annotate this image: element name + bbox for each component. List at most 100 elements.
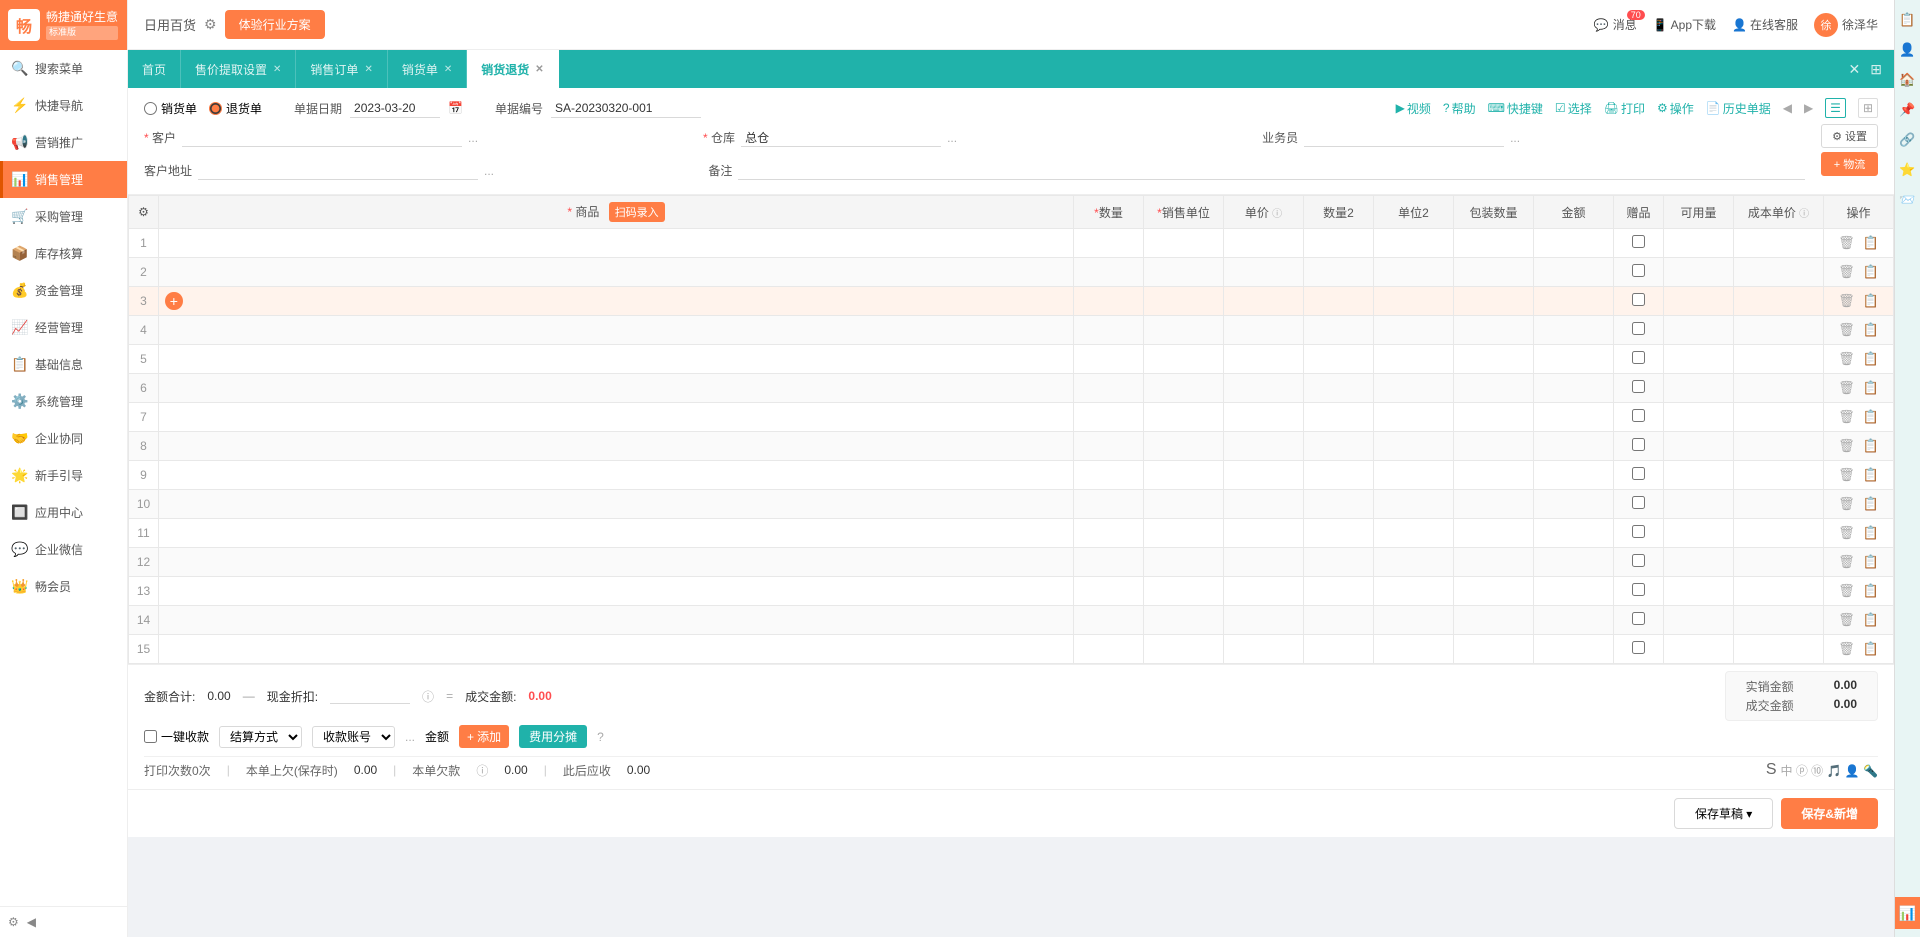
- topbar-gear-icon[interactable]: ⚙: [204, 16, 217, 33]
- pkgqty-cell-13[interactable]: [1454, 577, 1534, 606]
- warehouse-select-icon[interactable]: ...: [947, 131, 957, 145]
- status-icon-2[interactable]: ⓘ: [476, 762, 488, 779]
- costprice-cell-9[interactable]: [1734, 461, 1824, 490]
- costprice-cell-8[interactable]: [1734, 432, 1824, 461]
- calendar-icon[interactable]: 📅: [448, 101, 463, 115]
- unit2-cell-10[interactable]: [1374, 490, 1454, 519]
- costprice-cell-12[interactable]: [1734, 548, 1824, 577]
- delete-row-btn-5[interactable]: 🗑: [1836, 349, 1857, 369]
- gift-checkbox-11[interactable]: [1632, 525, 1645, 538]
- qty-cell-8[interactable]: [1074, 432, 1144, 461]
- pkgqty-cell-3[interactable]: [1454, 287, 1534, 316]
- remark-input[interactable]: [738, 161, 1805, 180]
- avail-cell-14[interactable]: [1664, 606, 1734, 635]
- nav-prev-icon[interactable]: ◀: [1783, 101, 1792, 115]
- copy-row-btn-14[interactable]: 📋: [1861, 610, 1881, 630]
- qty2-cell-4[interactable]: [1304, 316, 1374, 345]
- tab-sale-price[interactable]: 售价提取设置 ✕: [181, 50, 296, 88]
- discount-input[interactable]: [330, 689, 410, 704]
- copy-row-btn-7[interactable]: 📋: [1861, 407, 1881, 427]
- qty-cell-4[interactable]: [1074, 316, 1144, 345]
- tab-layout-icon[interactable]: ⊞: [1866, 59, 1886, 80]
- split-help-icon[interactable]: ?: [597, 730, 604, 744]
- qty2-cell-15[interactable]: [1304, 635, 1374, 664]
- amount-cell-15[interactable]: [1534, 635, 1614, 664]
- unit2-cell-1[interactable]: [1374, 229, 1454, 258]
- gift-cell-1[interactable]: [1614, 229, 1664, 258]
- product-cell-14[interactable]: [159, 606, 1074, 635]
- gift-cell-6[interactable]: [1614, 374, 1664, 403]
- avail-cell-6[interactable]: [1664, 374, 1734, 403]
- gift-cell-4[interactable]: [1614, 316, 1664, 345]
- product-cell-6[interactable]: [159, 374, 1074, 403]
- unit2-cell-14[interactable]: [1374, 606, 1454, 635]
- costprice-cell-7[interactable]: [1734, 403, 1824, 432]
- sidebar-item-marketing[interactable]: 📢 营销推广: [0, 124, 127, 161]
- qty-cell-15[interactable]: [1074, 635, 1144, 664]
- gift-cell-14[interactable]: [1614, 606, 1664, 635]
- delete-row-btn-4[interactable]: 🗑: [1836, 320, 1857, 340]
- avail-cell-11[interactable]: [1664, 519, 1734, 548]
- qty2-cell-2[interactable]: [1304, 258, 1374, 287]
- pkgqty-cell-4[interactable]: [1454, 316, 1534, 345]
- rpanel-icon-5[interactable]: 🔗: [1895, 128, 1919, 152]
- avail-cell-4[interactable]: [1664, 316, 1734, 345]
- sidebar-item-shortcut[interactable]: ⚡ 快捷导航: [0, 87, 127, 124]
- costprice-cell-11[interactable]: [1734, 519, 1824, 548]
- price-cell-5[interactable]: [1224, 345, 1304, 374]
- qty2-cell-12[interactable]: [1304, 548, 1374, 577]
- delete-row-btn-7[interactable]: 🗑: [1836, 407, 1857, 427]
- sidebar-item-basic[interactable]: 📋 基础信息: [0, 346, 127, 383]
- number-input[interactable]: [551, 99, 701, 118]
- gift-checkbox-7[interactable]: [1632, 409, 1645, 422]
- sidebar-item-apps[interactable]: 🔲 应用中心: [0, 494, 127, 531]
- costprice-cell-14[interactable]: [1734, 606, 1824, 635]
- price-cell-15[interactable]: [1224, 635, 1304, 664]
- cost-info-icon[interactable]: ⓘ: [1799, 209, 1809, 220]
- amount-cell-14[interactable]: [1534, 606, 1614, 635]
- select-link[interactable]: ☑ 选择: [1555, 100, 1592, 117]
- gift-checkbox-9[interactable]: [1632, 467, 1645, 480]
- product-cell-8[interactable]: [159, 432, 1074, 461]
- product-cell-7[interactable]: [159, 403, 1074, 432]
- gift-checkbox-13[interactable]: [1632, 583, 1645, 596]
- gift-cell-12[interactable]: [1614, 548, 1664, 577]
- product-cell-3[interactable]: +: [159, 287, 1074, 316]
- price-cell-7[interactable]: [1224, 403, 1304, 432]
- operation-link[interactable]: ⚙ 操作: [1657, 100, 1694, 117]
- pkgqty-cell-5[interactable]: [1454, 345, 1534, 374]
- settings-icon[interactable]: ⚙: [8, 915, 19, 929]
- app-download-link[interactable]: 📱 App下载: [1653, 16, 1716, 33]
- nav-next-icon[interactable]: ▶: [1804, 101, 1813, 115]
- rpanel-icon-1[interactable]: 📋: [1895, 8, 1919, 32]
- sidebar-item-purchase[interactable]: 🛒 采购管理: [0, 198, 127, 235]
- unit2-cell-7[interactable]: [1374, 403, 1454, 432]
- unit-cell-11[interactable]: [1144, 519, 1224, 548]
- avail-cell-15[interactable]: [1664, 635, 1734, 664]
- gift-cell-13[interactable]: [1614, 577, 1664, 606]
- unit2-cell-8[interactable]: [1374, 432, 1454, 461]
- customer-select-icon[interactable]: ...: [468, 131, 478, 145]
- rpanel-icon-6[interactable]: ⭐: [1895, 158, 1919, 182]
- price-cell-2[interactable]: [1224, 258, 1304, 287]
- gift-cell-7[interactable]: [1614, 403, 1664, 432]
- qty2-cell-14[interactable]: [1304, 606, 1374, 635]
- delete-row-btn-14[interactable]: 🗑: [1836, 610, 1857, 630]
- user-menu[interactable]: 徐 徐泽华: [1814, 13, 1878, 37]
- online-service-link[interactable]: 👤 在线客服: [1732, 16, 1798, 33]
- sidebar-item-operation[interactable]: 📈 经营管理: [0, 309, 127, 346]
- copy-row-btn-10[interactable]: 📋: [1861, 494, 1881, 514]
- list-view-icon[interactable]: ☰: [1825, 98, 1846, 118]
- unit2-cell-13[interactable]: [1374, 577, 1454, 606]
- collapse-icon[interactable]: ◀: [27, 915, 36, 929]
- gift-checkbox-10[interactable]: [1632, 496, 1645, 509]
- qty2-cell-11[interactable]: [1304, 519, 1374, 548]
- price-cell-4[interactable]: [1224, 316, 1304, 345]
- sidebar-item-system[interactable]: ⚙️ 系统管理: [0, 383, 127, 420]
- qty-cell-13[interactable]: [1074, 577, 1144, 606]
- costprice-cell-2[interactable]: [1734, 258, 1824, 287]
- qty2-cell-1[interactable]: [1304, 229, 1374, 258]
- one-key-payment-checkbox[interactable]: 一键收款: [144, 728, 209, 745]
- unit-cell-14[interactable]: [1144, 606, 1224, 635]
- pkgqty-cell-1[interactable]: [1454, 229, 1534, 258]
